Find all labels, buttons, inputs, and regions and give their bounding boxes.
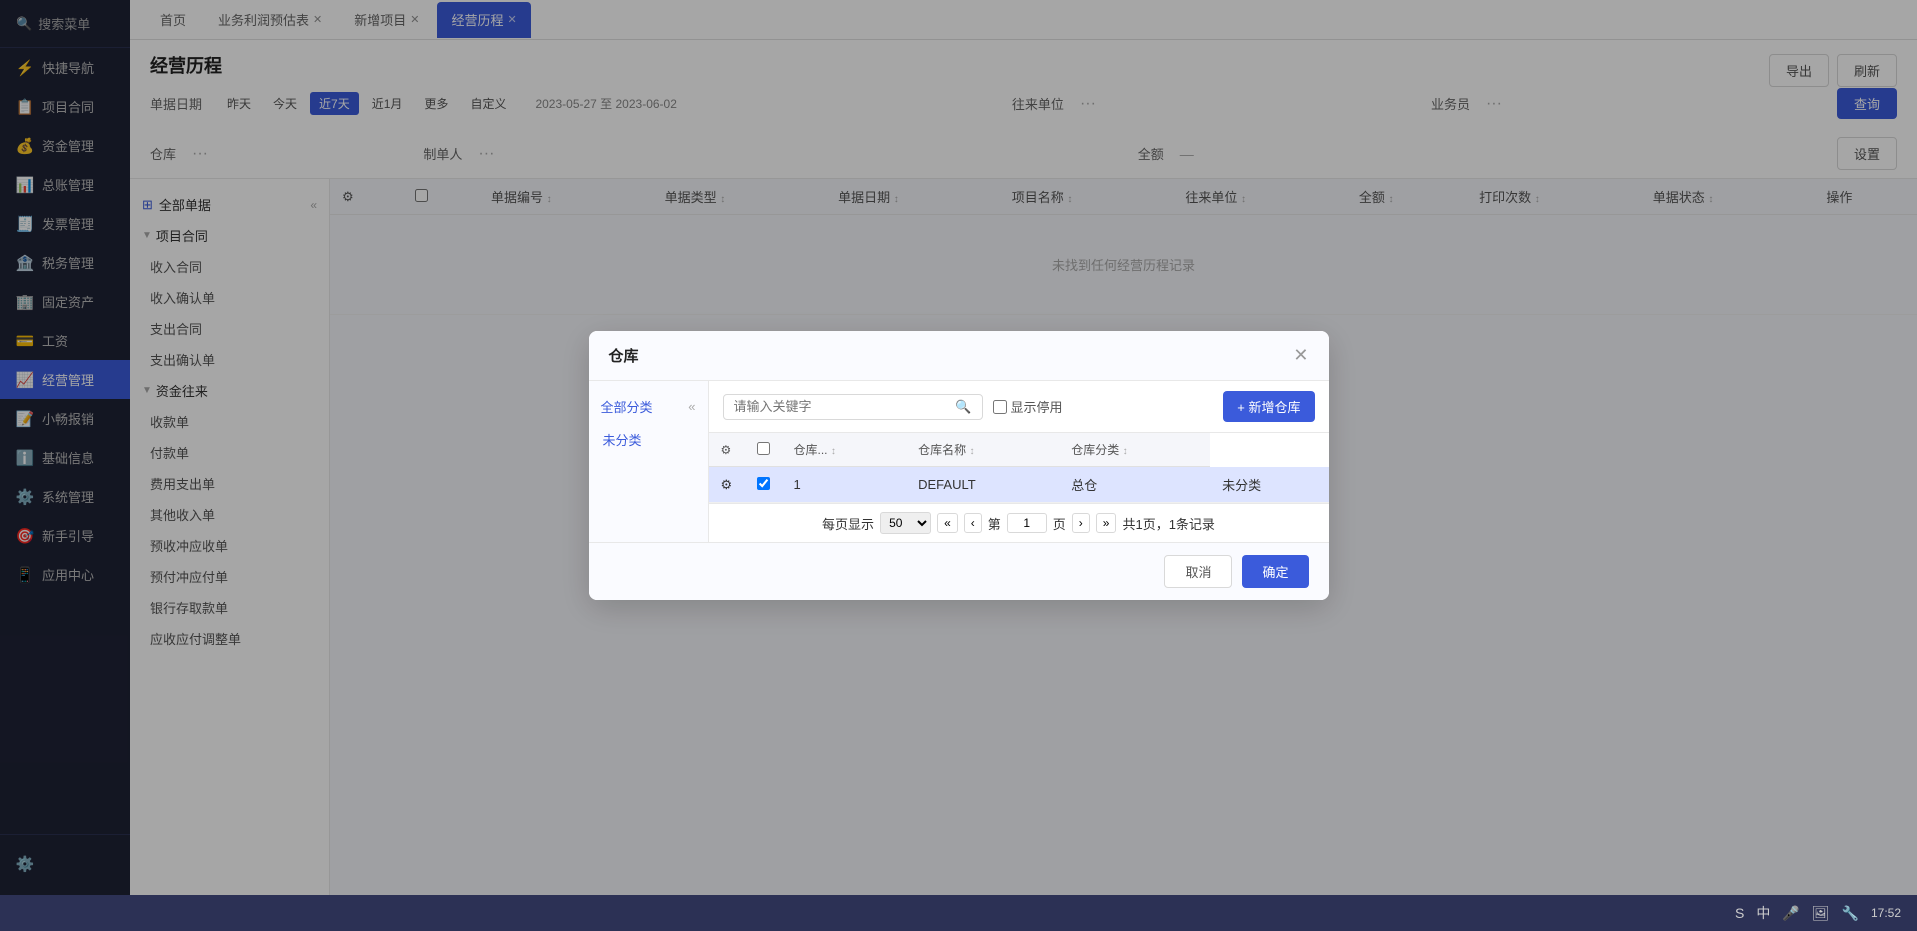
modal-search-input[interactable]: [734, 399, 950, 414]
modal-select-all[interactable]: [757, 442, 770, 455]
modal-page-unit: 页: [1053, 514, 1066, 533]
col-category-sort: ↕: [1123, 446, 1128, 457]
modal-search-icon: 🔍: [955, 399, 971, 415]
sys-icon-1: S: [1735, 905, 1744, 921]
cancel-btn[interactable]: 取消: [1164, 555, 1232, 588]
col-name-sort: ↕: [969, 446, 974, 457]
sys-icon-5: 🔧: [1842, 905, 1859, 922]
modal-col-checkbox[interactable]: [745, 433, 782, 467]
modal-overlay: 仓库 ✕ 全部分类 « 未分类 🔍: [0, 0, 1917, 931]
sys-icon-2: 中: [1756, 903, 1770, 923]
modal-toolbar: 🔍 显示停用 + 新增仓库: [709, 381, 1329, 433]
modal-all-category[interactable]: 全部分类: [601, 397, 653, 416]
modal-row-gear[interactable]: ⚙: [709, 467, 745, 503]
show-disabled-label: 显示停用: [1011, 397, 1063, 416]
modal-page-label: 第: [988, 514, 1001, 533]
col-code-sort: ↕: [831, 446, 836, 457]
modal-row-id: 1: [782, 467, 907, 503]
sys-time: 17:52: [1871, 906, 1901, 920]
modal-col-code: 仓库... ↕: [782, 433, 907, 467]
show-disabled-container: 显示停用: [993, 397, 1063, 416]
system-bar: S 中 🎤 🖼 🔧 17:52: [0, 895, 1917, 931]
modal-sidebar-scroll: 未分类: [589, 422, 708, 457]
modal-content-area: 🔍 显示停用 + 新增仓库 ⚙: [709, 381, 1329, 542]
modal-row-category: 未分类: [1210, 467, 1328, 503]
modal-sidebar: 全部分类 « 未分类: [589, 381, 709, 542]
modal-per-page-label: 每页显示: [822, 514, 874, 533]
modal-row-check[interactable]: [757, 477, 770, 490]
modal-header: 仓库 ✕: [589, 331, 1329, 381]
modal-title: 仓库: [609, 345, 639, 366]
modal-table-row[interactable]: ⚙ 1 DEFAULT 总仓 未分类: [709, 467, 1329, 503]
modal-footer: 取消 确定: [589, 542, 1329, 600]
modal-first-btn[interactable]: «: [937, 513, 958, 533]
warehouse-modal: 仓库 ✕ 全部分类 « 未分类 🔍: [589, 331, 1329, 600]
modal-row-checkbox[interactable]: [745, 467, 782, 503]
modal-page-input[interactable]: [1007, 513, 1047, 533]
modal-col-name: 仓库名称 ↕: [906, 433, 1059, 467]
modal-search-box: 🔍: [723, 394, 983, 420]
modal-sidebar-collapse-icon[interactable]: «: [688, 399, 695, 414]
modal-next-btn[interactable]: ›: [1072, 513, 1090, 533]
modal-total-text: 共1页，1条记录: [1122, 514, 1214, 533]
modal-row-name: 总仓: [1059, 467, 1210, 503]
add-warehouse-btn[interactable]: + 新增仓库: [1223, 391, 1314, 422]
modal-col-category: 仓库分类 ↕: [1059, 433, 1210, 467]
modal-table-wrapper: ⚙ 仓库... ↕ 仓库名称 ↕: [709, 433, 1329, 503]
modal-sidebar-header: 全部分类 «: [589, 391, 708, 422]
modal-sidebar-item-unclassified[interactable]: 未分类: [589, 422, 708, 457]
modal-table: ⚙ 仓库... ↕ 仓库名称 ↕: [709, 433, 1329, 503]
modal-pagination: 每页显示 50 100 « ‹ 第 页 › » 共1页，1条记录: [709, 503, 1329, 542]
modal-row-code: DEFAULT: [906, 467, 1059, 503]
modal-col-gear[interactable]: ⚙: [709, 433, 745, 467]
modal-close-btn[interactable]: ✕: [1293, 345, 1308, 366]
modal-prev-btn[interactable]: ‹: [964, 513, 982, 533]
show-disabled-checkbox[interactable]: [993, 400, 1007, 414]
sys-icon-4: 🖼: [1812, 905, 1830, 922]
sys-icon-3: 🎤: [1782, 905, 1799, 922]
modal-per-page-select[interactable]: 50 100: [880, 512, 931, 534]
modal-body: 全部分类 « 未分类 🔍 显示停用: [589, 381, 1329, 542]
confirm-btn[interactable]: 确定: [1242, 555, 1308, 588]
modal-last-btn[interactable]: »: [1096, 513, 1117, 533]
